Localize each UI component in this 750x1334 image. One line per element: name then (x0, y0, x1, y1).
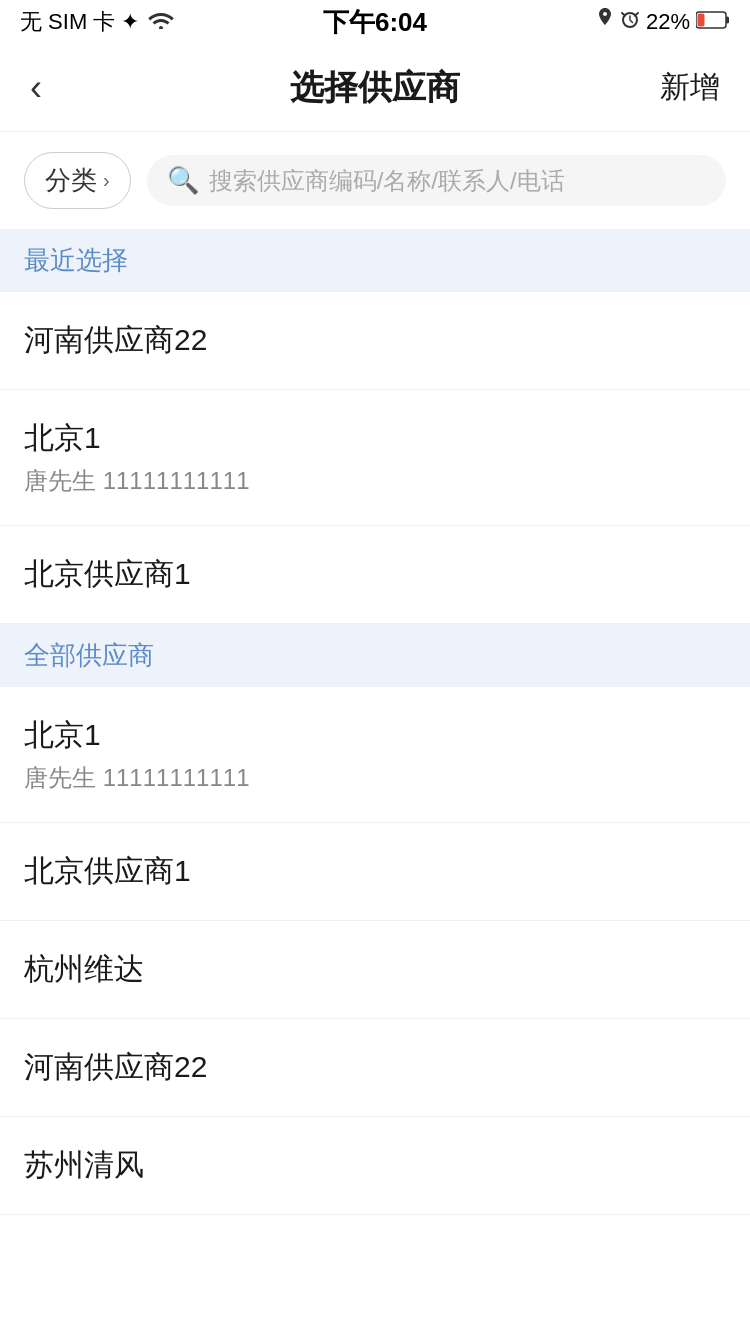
item-name: 北京供应商1 (24, 851, 726, 892)
battery-label: 22% (646, 9, 690, 35)
no-sim-label: 无 SIM 卡 ✦ (20, 7, 139, 37)
item-name: 河南供应商22 (24, 1047, 726, 1088)
item-detail: 唐先生 11111111111 (24, 465, 726, 497)
all-section-header: 全部供应商 (0, 624, 750, 687)
search-icon: 🔍 (167, 165, 199, 196)
add-button[interactable]: 新增 (660, 67, 720, 108)
category-filter[interactable]: 分类 › (24, 152, 131, 209)
list-item[interactable]: 河南供应商22 (0, 1019, 750, 1117)
page-title: 选择供应商 (290, 65, 460, 111)
status-bar: 无 SIM 卡 ✦ 下午6:04 22% (0, 0, 750, 44)
item-name: 杭州维达 (24, 949, 726, 990)
status-time: 下午6:04 (323, 5, 427, 40)
list-item[interactable]: 北京供应商1 (0, 526, 750, 624)
all-section-label: 全部供应商 (24, 640, 154, 670)
filter-bar: 分类 › 🔍 (0, 132, 750, 229)
list-item[interactable]: 北京供应商1 (0, 823, 750, 921)
item-name: 河南供应商22 (24, 320, 726, 361)
search-input[interactable] (209, 167, 706, 195)
nav-bar: ‹ 选择供应商 新增 (0, 44, 750, 132)
category-label: 分类 (45, 163, 97, 198)
svg-rect-3 (726, 17, 729, 24)
list-item[interactable]: 杭州维达 (0, 921, 750, 1019)
alarm-icon (620, 8, 640, 36)
list-item[interactable]: 河南供应商22 (0, 292, 750, 390)
item-name: 苏州清风 (24, 1145, 726, 1186)
status-left: 无 SIM 卡 ✦ (20, 7, 175, 37)
location-icon (596, 8, 614, 36)
status-right: 22% (596, 8, 730, 36)
wifi-icon (147, 9, 175, 35)
all-list: 北京1 唐先生 11111111111 北京供应商1 杭州维达河南供应商22 苏州清风 (0, 687, 750, 1215)
recent-section-label: 最近选择 (24, 245, 128, 275)
item-name: 北京1 (24, 715, 726, 756)
chevron-icon: › (103, 169, 110, 192)
search-box[interactable]: 🔍 (147, 155, 726, 206)
list-item[interactable]: 北京1 唐先生 11111111111 (0, 687, 750, 823)
recent-list: 河南供应商22 北京1 唐先生 11111111111 北京供应商1 (0, 292, 750, 624)
list-item[interactable]: 苏州清风 (0, 1117, 750, 1215)
recent-section-header: 最近选择 (0, 229, 750, 292)
svg-rect-4 (698, 14, 705, 27)
item-detail: 唐先生 11111111111 (24, 762, 726, 794)
item-name: 北京1 (24, 418, 726, 459)
back-button[interactable]: ‹ (30, 67, 90, 109)
item-name: 北京供应商1 (24, 554, 726, 595)
battery-icon (696, 9, 730, 35)
svg-point-0 (159, 26, 163, 29)
list-item[interactable]: 北京1 唐先生 11111111111 (0, 390, 750, 526)
